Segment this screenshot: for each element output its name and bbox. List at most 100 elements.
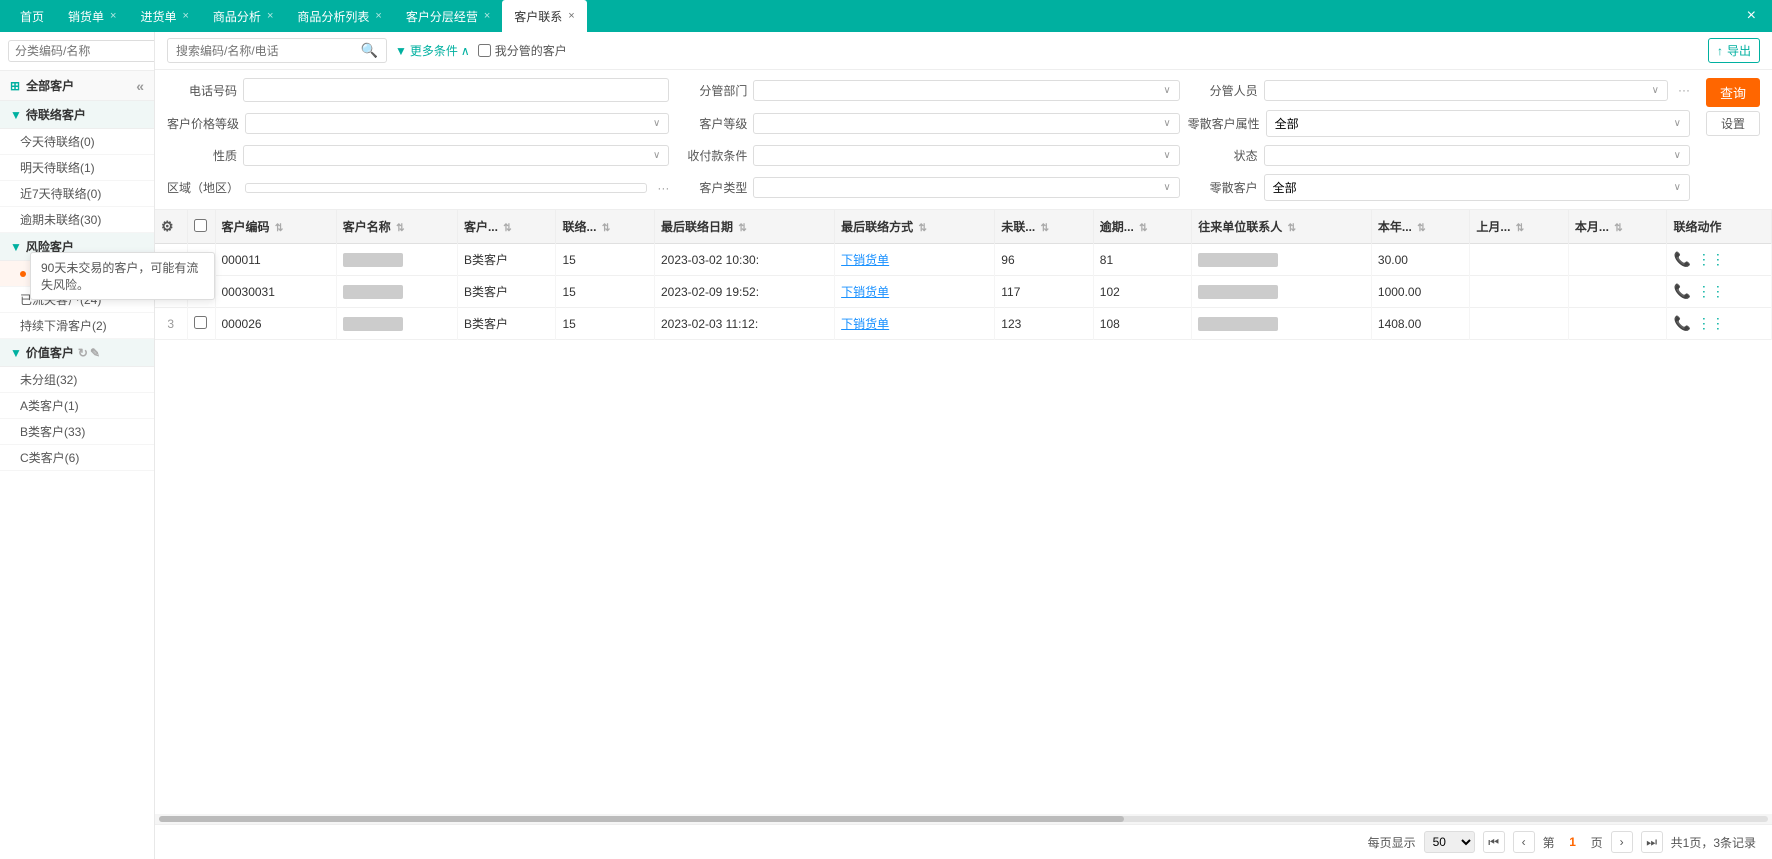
- more-conditions-btn[interactable]: ▼ 更多条件 ∧: [395, 42, 470, 59]
- last-method-link[interactable]: 下销货单: [841, 317, 889, 331]
- th-last-month[interactable]: 上月... ⇅: [1470, 210, 1569, 244]
- sidebar-search-input[interactable]: [8, 40, 155, 62]
- tab-goods-analysis[interactable]: 商品分析 ×: [201, 0, 285, 32]
- last-method-link[interactable]: 下销货单: [841, 253, 889, 267]
- sidebar-section-pending[interactable]: ▼ 待联络客户: [0, 101, 154, 129]
- th-type[interactable]: 客户... ⇅: [457, 210, 556, 244]
- declining-label: 持续下滑客户(2): [20, 317, 107, 334]
- th-overdue[interactable]: 逾期... ⇅: [1093, 210, 1192, 244]
- sidebar-item-declining[interactable]: 持续下滑客户(2): [0, 313, 154, 339]
- table-settings-icon[interactable]: ⚙: [161, 218, 174, 234]
- more-action-icon[interactable]: ⋮⋮: [1697, 315, 1725, 332]
- sidebar-item-a-class[interactable]: A类客户(1): [0, 393, 154, 419]
- dept-select[interactable]: ∨: [753, 80, 1179, 101]
- th-last-method[interactable]: 最后联络方式 ⇅: [835, 210, 995, 244]
- sidebar-item-b-class[interactable]: B类客户(33): [0, 419, 154, 445]
- customer-grade-select[interactable]: ∨: [753, 113, 1179, 134]
- th-contact[interactable]: 联络... ⇅: [556, 210, 655, 244]
- query-button[interactable]: 查询: [1706, 78, 1760, 107]
- tab-purchase[interactable]: 进货单 ×: [128, 0, 200, 32]
- th-contact2[interactable]: 往来单位联系人 ⇅: [1192, 210, 1372, 244]
- cell-this-month: [1568, 276, 1667, 308]
- tab-customer-tier-close[interactable]: ×: [484, 10, 490, 22]
- sort-icon-overdue: ⇅: [1139, 223, 1147, 234]
- retail-attr-value: 全部: [1275, 115, 1299, 132]
- filter-field-region: 区域（地区） ···: [167, 179, 669, 196]
- sidebar-item-overdue[interactable]: 逾期未联络(30): [0, 207, 154, 233]
- tab-purchase-close[interactable]: ×: [182, 10, 188, 22]
- phone-input[interactable]: [243, 78, 669, 102]
- cell-overdue: 108: [1093, 308, 1192, 340]
- sidebar-all-customers[interactable]: ⊞ 全部客户 «: [0, 71, 154, 101]
- tab-customer-tier[interactable]: 客户分层经营 ×: [394, 0, 502, 32]
- sidebar-item-c-class[interactable]: C类客户(6): [0, 445, 154, 471]
- next-page-btn[interactable]: ›: [1611, 831, 1633, 853]
- my-customers-checkbox[interactable]: [478, 44, 491, 57]
- last-method-link[interactable]: 下销货单: [841, 285, 889, 299]
- settings-button[interactable]: 设置: [1706, 111, 1760, 136]
- pagination-bar: 每页显示 50 100 200 ⏮ ‹ 第 1 页 › ⏭ 共1页，3条记录: [155, 824, 1772, 859]
- per-page-select[interactable]: 50 100 200: [1424, 831, 1475, 853]
- th-last-date[interactable]: 最后联络日期 ⇅: [654, 210, 834, 244]
- th-this-month[interactable]: 本月... ⇅: [1568, 210, 1667, 244]
- contact-action-icon[interactable]: 📞: [1673, 251, 1690, 268]
- person-select[interactable]: ∨: [1264, 80, 1668, 101]
- prev-page-btn[interactable]: ‹: [1513, 831, 1535, 853]
- retail-attr-select[interactable]: 全部 ∨: [1266, 110, 1690, 137]
- contact-action-icon[interactable]: 📞: [1673, 315, 1690, 332]
- tab-home[interactable]: 首页: [8, 0, 56, 32]
- cell-code: 000011: [215, 244, 336, 276]
- th-code[interactable]: 客户编码 ⇅: [215, 210, 336, 244]
- sidebar-section-value[interactable]: ▼ 价值客户 ↻ ✎: [0, 339, 154, 367]
- sidebar-item-7days[interactable]: 近7天待联络(0): [0, 181, 154, 207]
- cell-this-month: [1568, 308, 1667, 340]
- sidebar-item-today[interactable]: 今天待联络(0): [0, 129, 154, 155]
- th-name[interactable]: 客户名称 ⇅: [336, 210, 457, 244]
- contact-action-icon[interactable]: 📞: [1673, 283, 1690, 300]
- status-select[interactable]: ∨: [1264, 145, 1690, 166]
- last-page-btn[interactable]: ⏭: [1641, 831, 1663, 853]
- tab-sales[interactable]: 销货单 ×: [56, 0, 128, 32]
- th-uncontact[interactable]: 未联... ⇅: [995, 210, 1094, 244]
- person-dots[interactable]: ···: [1678, 83, 1690, 97]
- customer-type-select[interactable]: ∨: [753, 177, 1179, 198]
- tab-goods-list-close[interactable]: ×: [375, 10, 381, 22]
- row-checkbox[interactable]: [194, 316, 207, 329]
- edit-icon[interactable]: ↻: [78, 346, 88, 360]
- sidebar-item-tomorrow[interactable]: 明天待联络(1): [0, 155, 154, 181]
- th-this-year[interactable]: 本年... ⇅: [1371, 210, 1470, 244]
- export-button[interactable]: ↑ 导出: [1708, 38, 1760, 63]
- cell-this-year: 1408.00: [1371, 308, 1470, 340]
- tab-customer-contact[interactable]: 客户联系 ×: [502, 0, 586, 32]
- cell-checkbox[interactable]: [187, 308, 215, 340]
- region-dots[interactable]: ···: [657, 181, 669, 195]
- retail-select[interactable]: 全部 ∨: [1264, 174, 1690, 201]
- page-unit: 页: [1591, 834, 1603, 851]
- horizontal-scrollbar[interactable]: [155, 814, 1772, 824]
- nature-chevron: ∨: [653, 150, 660, 161]
- first-page-btn[interactable]: ⏮: [1483, 831, 1505, 853]
- cell-index: 3: [155, 308, 187, 340]
- price-grade-select[interactable]: ∨: [245, 113, 669, 134]
- more-action-icon[interactable]: ⋮⋮: [1697, 283, 1725, 300]
- tab-goods-analysis-close[interactable]: ×: [267, 10, 273, 22]
- cell-last-month: [1470, 244, 1569, 276]
- more-action-icon[interactable]: ⋮⋮: [1697, 251, 1725, 268]
- filter-field-person: 分管人员 ∨ ···: [1188, 80, 1690, 101]
- sidebar-item-ungrouped[interactable]: 未分组(32): [0, 367, 154, 393]
- tab-sales-close[interactable]: ×: [110, 10, 116, 22]
- scroll-thumb[interactable]: [159, 816, 1124, 822]
- settings-icon-value[interactable]: ✎: [90, 346, 100, 360]
- my-customers-checkbox-wrap[interactable]: 我分管的客户: [478, 42, 567, 59]
- main-search-icon[interactable]: 🔍: [361, 42, 378, 59]
- select-all-checkbox[interactable]: [194, 219, 207, 232]
- payment-select[interactable]: ∨: [753, 145, 1179, 166]
- nature-select[interactable]: ∨: [243, 145, 669, 166]
- filter-field-status: 状态 ∨: [1188, 145, 1690, 166]
- region-select[interactable]: [245, 183, 647, 193]
- tab-customer-contact-close[interactable]: ×: [568, 10, 574, 22]
- cell-type: B类客户: [457, 244, 556, 276]
- tab-goods-list[interactable]: 商品分析列表 ×: [285, 0, 393, 32]
- close-window-button[interactable]: ×: [1739, 7, 1764, 25]
- main-search-input[interactable]: [176, 44, 361, 58]
